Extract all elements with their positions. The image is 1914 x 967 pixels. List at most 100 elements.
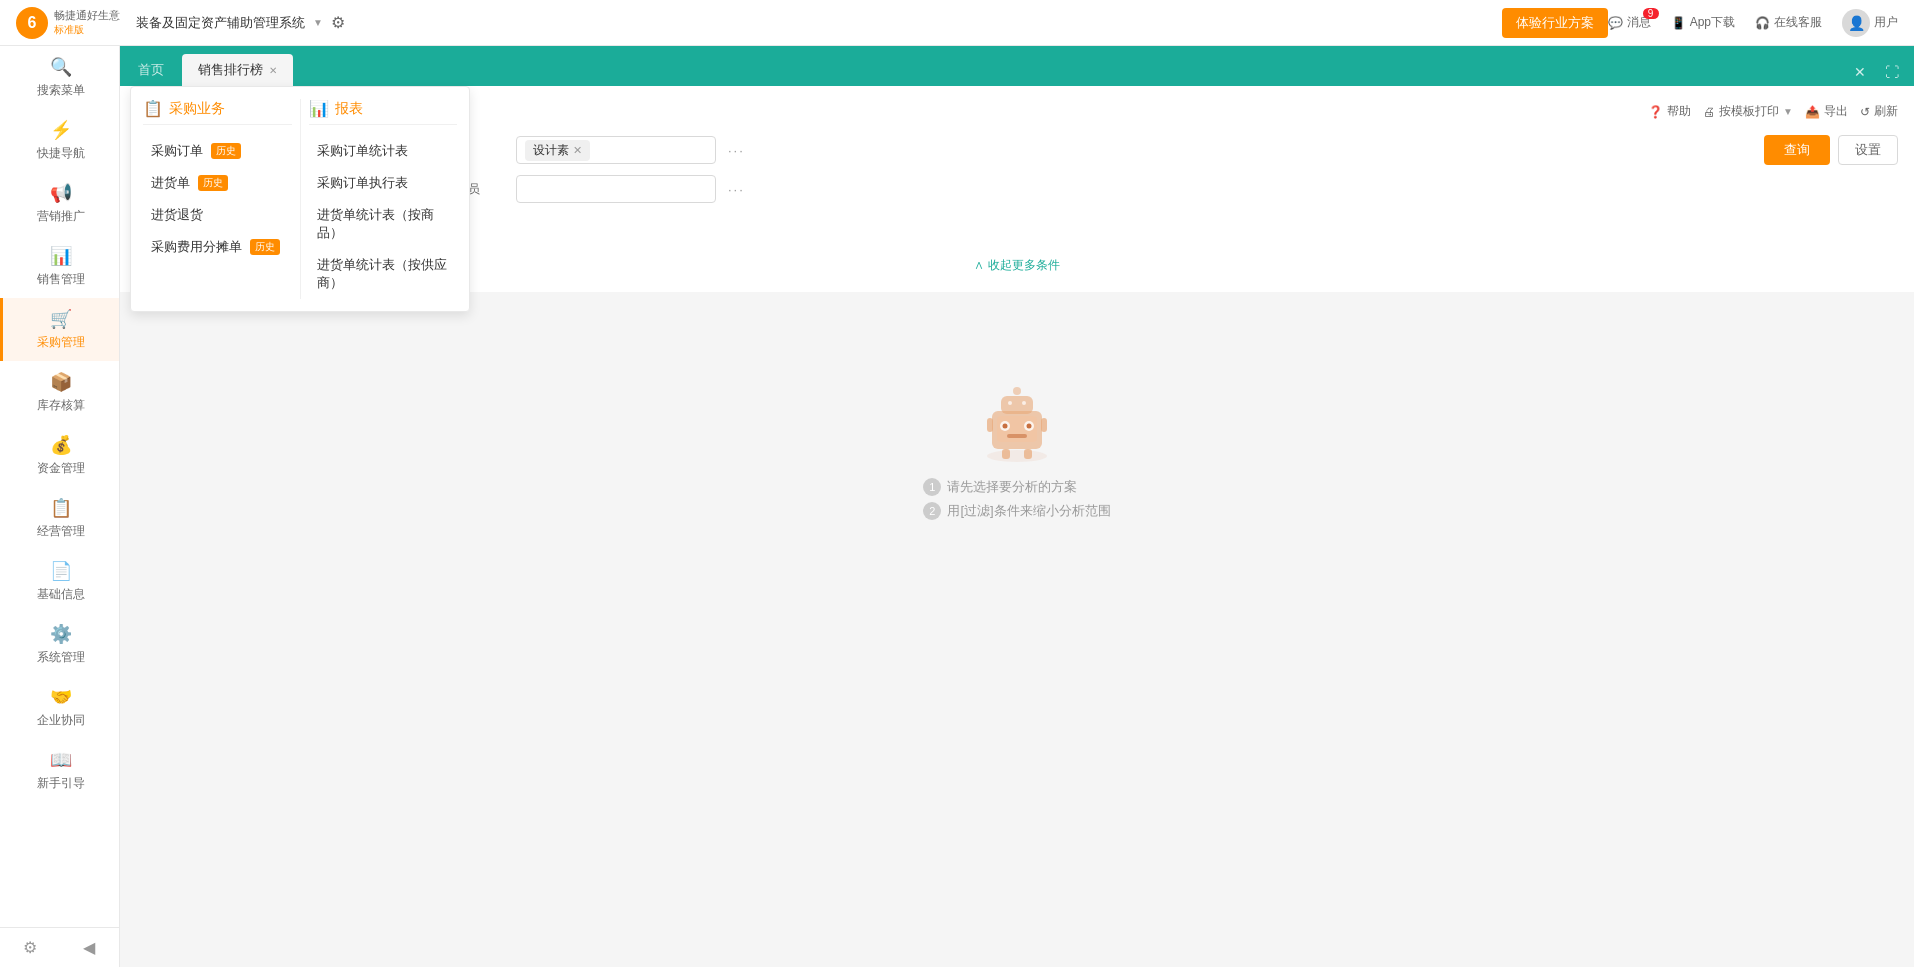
sidebar-item-purchase[interactable]: 🛒 采购管理 (0, 298, 119, 361)
user-avatar: 👤 (1842, 9, 1870, 37)
salesman-select[interactable] (516, 175, 716, 203)
salesman-more[interactable]: ··· (728, 182, 745, 197)
dropdown-divider (300, 99, 301, 299)
user-item[interactable]: 👤 用户 (1842, 9, 1898, 37)
settings-button[interactable]: 设置 (1838, 135, 1898, 165)
system-title-arrow[interactable]: ▼ (313, 17, 323, 28)
online-service-label: 在线客服 (1774, 14, 1822, 31)
goods-tag-close[interactable]: ✕ (573, 144, 582, 157)
user-label: 用户 (1874, 14, 1898, 31)
dropdown-inbound[interactable]: 进货单 历史 (143, 167, 292, 199)
purchase-order-label: 采购订单 (151, 142, 203, 160)
goods-select[interactable]: 设计素 ✕ (516, 136, 716, 164)
hint-num-2: 2 (923, 502, 941, 520)
trial-button[interactable]: 体验行业方案 (1502, 8, 1608, 38)
collapse-icon: ∧ (974, 258, 984, 272)
report-3-label: 进货单统计表（按商品） (317, 206, 450, 242)
sidebar-item-operation[interactable]: 📋 经营管理 (0, 487, 119, 550)
sidebar-item-sales[interactable]: 📊 销售管理 (0, 235, 119, 298)
sidebar-settings-btn[interactable]: ⚙ (0, 928, 60, 967)
message-icon: 💬 (1608, 16, 1623, 30)
purchase-header-label: 采购业务 (169, 100, 225, 118)
sidebar: 🔍 搜索菜单 ⚡ 快捷导航 📢 营销推广 📊 销售管理 🛒 采购管理 📦 库存核… (0, 46, 120, 967)
refresh-btn[interactable]: ↺ 刷新 (1860, 103, 1898, 120)
export-icon: 📤 (1805, 105, 1820, 119)
report-2-label: 采购订单执行表 (317, 174, 408, 192)
refresh-icon: ↺ (1860, 105, 1870, 119)
tab-home[interactable]: 首页 (122, 54, 180, 86)
system-title-area: 装备及固定资产辅助管理系统 ▼ ⚙ (136, 13, 1502, 32)
hint-num-1: 1 (923, 478, 941, 496)
dropdown-report-4[interactable]: 进货单统计表（按供应商） (309, 249, 458, 299)
empty-state: 1 请先选择要分析的方案 2 用[过滤]条件来缩小分析范围 (120, 296, 1914, 606)
sidebar-item-cooperation[interactable]: 🤝 企业协同 (0, 676, 119, 739)
help-label: 帮助 (1667, 103, 1691, 120)
help-icon: ❓ (1648, 105, 1663, 119)
operation-icon: 📋 (50, 497, 72, 519)
svg-rect-11 (1024, 449, 1032, 459)
sidebar-label-cooperation: 企业协同 (37, 712, 85, 729)
goods-more[interactable]: ··· (728, 143, 745, 158)
help-btn[interactable]: ❓ 帮助 (1648, 103, 1691, 120)
export-btn[interactable]: 📤 导出 (1805, 103, 1848, 120)
svg-point-13 (1013, 387, 1021, 395)
message-item[interactable]: 💬 消息 9 (1608, 14, 1651, 31)
avatar-icon: 👤 (1848, 15, 1865, 31)
message-badge: 9 (1643, 8, 1659, 19)
guide-icon: 📖 (50, 749, 72, 771)
dropdown-purchase-col: 📋 采购业务 采购订单 历史 进货单 历史 进货退货 采购费用分摊单 历史 (143, 99, 292, 299)
logo-badge: 标准版 (54, 23, 120, 37)
sidebar-item-marketing[interactable]: 📢 营销推广 (0, 172, 119, 235)
sidebar-label-inventory: 库存核算 (37, 397, 85, 414)
sidebar-label-finance: 资金管理 (37, 460, 85, 477)
print-btn[interactable]: 🖨 按模板打印 ▼ (1703, 103, 1793, 120)
tab-home-label: 首页 (138, 61, 164, 79)
purchase-header-icon: 📋 (143, 99, 163, 118)
online-service-item[interactable]: 🎧 在线客服 (1755, 14, 1822, 31)
sidebar-collapse-btn[interactable]: ◀ (60, 928, 120, 967)
sidebar-item-system[interactable]: ⚙️ 系统管理 (0, 613, 119, 676)
tab-close-btn[interactable]: ✕ (1846, 58, 1874, 86)
dropdown-cost[interactable]: 采购费用分摊单 历史 (143, 231, 292, 263)
svg-rect-7 (1007, 434, 1027, 438)
sales-icon: 📊 (50, 245, 72, 267)
system-settings-icon[interactable]: ⚙ (331, 13, 345, 32)
dropdown-report-3[interactable]: 进货单统计表（按商品） (309, 199, 458, 249)
header-right: 💬 消息 9 📱 App下载 🎧 在线客服 👤 用户 (1608, 9, 1898, 37)
svg-rect-8 (987, 418, 993, 432)
sidebar-label-purchase: 采购管理 (37, 334, 85, 351)
dropdown-report-header: 📊 报表 (309, 99, 458, 125)
dropdown-menu: 📋 采购业务 采购订单 历史 进货单 历史 进货退货 采购费用分摊单 历史 📊 … (130, 86, 470, 312)
refresh-label: 刷新 (1874, 103, 1898, 120)
svg-point-15 (1022, 401, 1026, 405)
dropdown-return[interactable]: 进货退货 (143, 199, 292, 231)
dropdown-purchase-order[interactable]: 采购订单 历史 (143, 135, 292, 167)
tab-sales-rank[interactable]: 销售排行榜 ✕ (182, 54, 293, 86)
tab-expand-btn[interactable]: ⛶ (1878, 58, 1906, 86)
dropdown-report-1[interactable]: 采购订单统计表 (309, 135, 458, 167)
finance-icon: 💰 (50, 434, 72, 456)
cost-badge: 历史 (250, 239, 280, 255)
sidebar-item-guide[interactable]: 📖 新手引导 (0, 739, 119, 802)
svg-rect-12 (1001, 396, 1033, 414)
tab-sales-rank-label: 销售排行榜 (198, 61, 263, 79)
print-arrow: ▼ (1783, 106, 1793, 117)
sidebar-item-inventory[interactable]: 📦 库存核算 (0, 361, 119, 424)
hint-text-2: 用[过滤]条件来缩小分析范围 (947, 502, 1110, 520)
toolbar-right: ❓ 帮助 🖨 按模板打印 ▼ 📤 导出 ↺ (1648, 103, 1898, 120)
sidebar-item-basic[interactable]: 📄 基础信息 (0, 550, 119, 613)
svg-rect-9 (1041, 418, 1047, 432)
query-button[interactable]: 查询 (1764, 135, 1830, 165)
sidebar-label-operation: 经营管理 (37, 523, 85, 540)
svg-point-0 (987, 450, 1047, 462)
app-download-item[interactable]: 📱 App下载 (1671, 14, 1735, 31)
dropdown-report-2[interactable]: 采购订单执行表 (309, 167, 458, 199)
export-label: 导出 (1824, 103, 1848, 120)
tab-close-icon[interactable]: ✕ (269, 65, 277, 76)
sidebar-item-finance[interactable]: 💰 资金管理 (0, 424, 119, 487)
goods-tag: 设计素 ✕ (525, 140, 590, 161)
sidebar-item-quick-nav[interactable]: ⚡ 快捷导航 (0, 109, 119, 172)
sidebar-item-search[interactable]: 🔍 搜索菜单 (0, 46, 119, 109)
sidebar-label-basic: 基础信息 (37, 586, 85, 603)
empty-illustration (967, 376, 1067, 466)
